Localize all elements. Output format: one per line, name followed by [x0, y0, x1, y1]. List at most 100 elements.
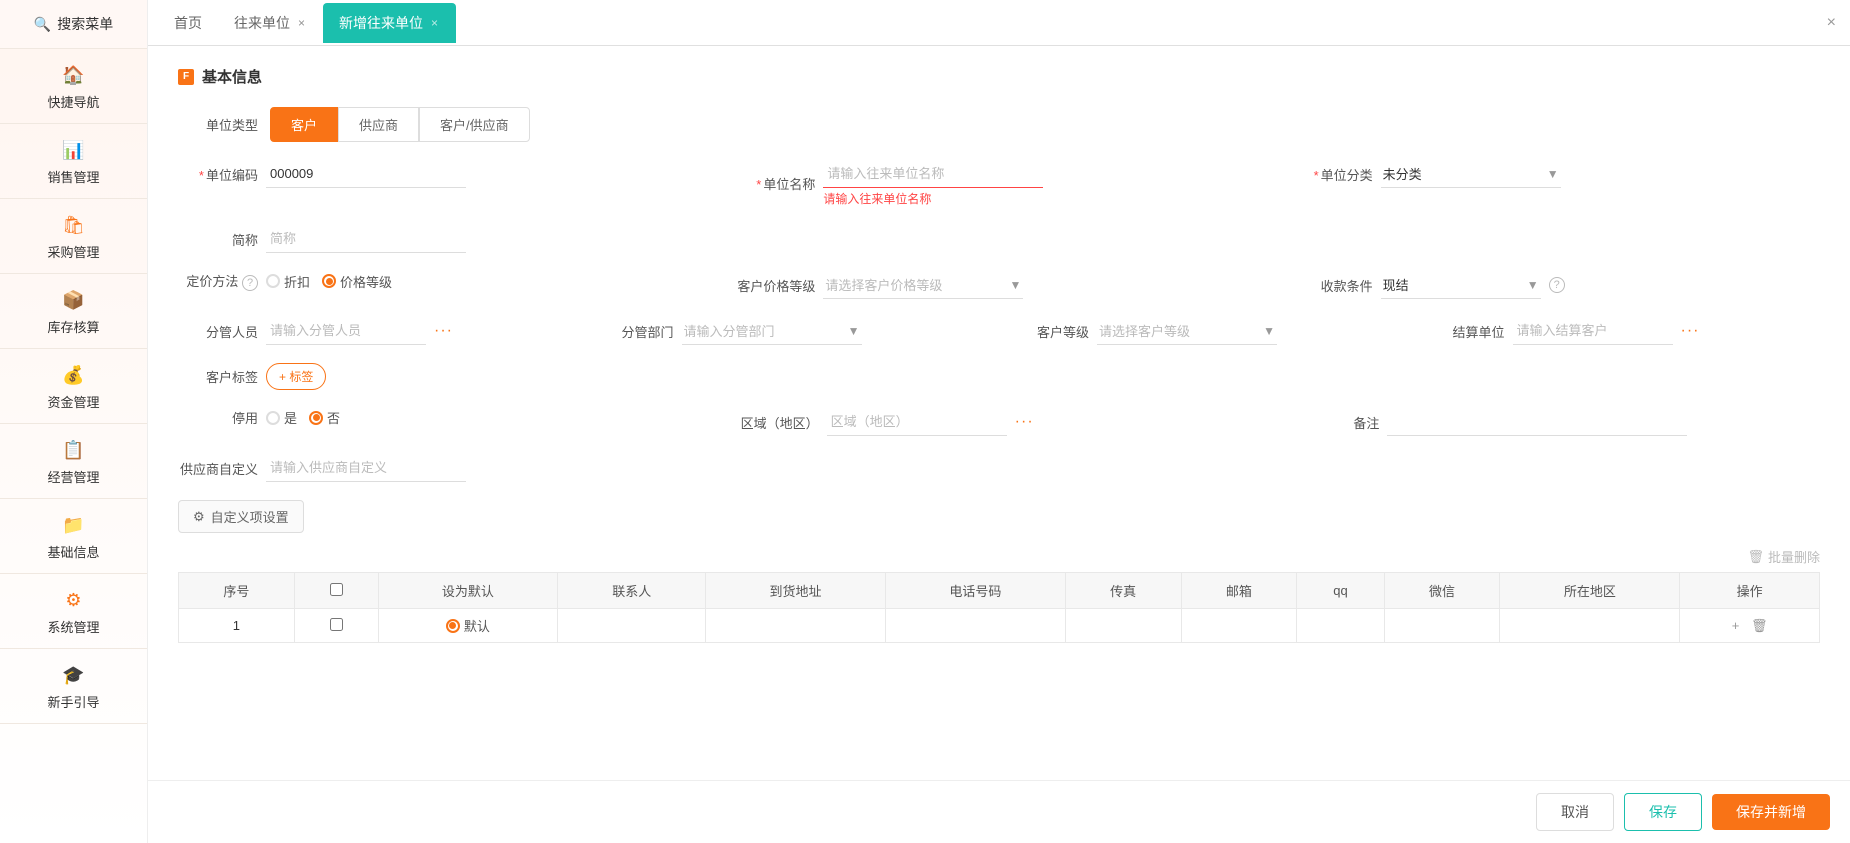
- sidebar-item-base-info[interactable]: 📁 基础信息: [0, 499, 147, 574]
- disable-no-radio[interactable]: 否: [309, 408, 340, 427]
- sidebar-item-label: 快捷导航: [47, 92, 99, 111]
- customer-level-group: 客户等级 请选择客户等级 ▼: [1009, 317, 1405, 345]
- manager-input[interactable]: [266, 317, 426, 345]
- col-phone: 电话号码: [885, 573, 1065, 609]
- search-icon: 🔍: [34, 16, 51, 33]
- sidebar-item-finance[interactable]: 💰 资金管理: [0, 349, 147, 424]
- table-row: 1 默认: [179, 609, 1820, 643]
- unit-type-btn-customer[interactable]: 客户: [270, 107, 338, 142]
- sidebar-item-newbie[interactable]: 🎓 新手引导: [0, 649, 147, 724]
- row-action[interactable]: + 🗑: [1680, 609, 1820, 643]
- settlement-input[interactable]: [1513, 317, 1673, 345]
- remark-group: 备注: [1299, 408, 1820, 436]
- region-label: 区域（地区）: [739, 413, 819, 432]
- sidebar: 🔍 搜索菜单 🏠 快捷导航 📊 销售管理 🛍 采购管理 📦 库存核算 💰 资金管…: [0, 0, 148, 843]
- col-default: 设为默认: [378, 573, 558, 609]
- cancel-button[interactable]: 取消: [1536, 793, 1614, 831]
- custom-settings-button[interactable]: ⚙ 自定义项设置: [178, 500, 304, 533]
- manager-more-btn[interactable]: ···: [434, 322, 453, 340]
- unit-category-value: 未分类: [1383, 164, 1543, 183]
- row-checkbox[interactable]: [294, 609, 378, 643]
- unit-category-select[interactable]: 未分类 ▼: [1381, 160, 1561, 188]
- col-checkbox[interactable]: [294, 573, 378, 609]
- sidebar-item-label: 库存核算: [47, 317, 99, 336]
- form-content: F 基本信息 单位类型 客户 供应商 客户/供应商 *单位编码: [148, 46, 1850, 780]
- region-input[interactable]: [827, 408, 1007, 436]
- tab-partner-close[interactable]: ×: [296, 16, 307, 30]
- tab-new-partner[interactable]: 新增往来单位 ×: [323, 3, 456, 43]
- tab-bar: 首页 往来单位 × 新增往来单位 × ×: [148, 0, 1850, 46]
- sidebar-item-quick-nav[interactable]: 🏠 快捷导航: [0, 49, 147, 124]
- tab-partner-label: 往来单位: [234, 13, 290, 33]
- disable-radio-group: 是 否: [266, 408, 340, 427]
- short-name-group: 简称: [178, 225, 1820, 253]
- close-all-tabs[interactable]: ×: [1823, 10, 1840, 36]
- pricing-radio-level[interactable]: 价格等级: [322, 272, 392, 291]
- unit-type-row: 单位类型 客户 供应商 客户/供应商: [178, 107, 1820, 142]
- customer-price-level-select[interactable]: 请选择客户价格等级 ▼: [823, 271, 1023, 299]
- section-icon: F: [178, 69, 194, 85]
- row-default[interactable]: 默认: [378, 609, 558, 643]
- disable-row: 停用 是 否 区域（地区） ···: [178, 408, 1820, 436]
- customer-level-select[interactable]: 请选择客户等级 ▼: [1097, 317, 1277, 345]
- region-more-btn[interactable]: ···: [1015, 413, 1034, 431]
- sidebar-item-inventory[interactable]: 📦 库存核算: [0, 274, 147, 349]
- unit-type-btn-supplier[interactable]: 供应商: [338, 107, 419, 142]
- disable-no-label: 否: [327, 408, 340, 427]
- radio-level-inner: [326, 278, 333, 285]
- save-button[interactable]: 保存: [1624, 793, 1702, 831]
- unit-category-group: *单位分类 未分类 ▼: [1293, 160, 1820, 188]
- inventory-icon: 📦: [60, 286, 88, 314]
- row-default-radio[interactable]: 默认: [389, 616, 548, 635]
- payment-terms-label: 收款条件: [1293, 276, 1373, 295]
- settlement-more-btn[interactable]: ···: [1681, 322, 1700, 340]
- row-add-btn[interactable]: +: [1732, 618, 1740, 633]
- payment-terms-select[interactable]: 现结 ▼: [1381, 271, 1541, 299]
- sidebar-search[interactable]: 🔍 搜索菜单: [0, 0, 147, 49]
- sidebar-item-label: 基础信息: [47, 542, 99, 561]
- unit-info-row: *单位编码 *单位名称 请输入往来单位名称 *单位分类 未分类: [178, 160, 1820, 207]
- sidebar-item-label: 新手引导: [47, 692, 99, 711]
- tab-home[interactable]: 首页: [158, 3, 218, 43]
- row-default-label: 默认: [464, 616, 490, 635]
- col-region: 所在地区: [1500, 573, 1680, 609]
- sidebar-item-label: 经营管理: [47, 467, 99, 486]
- payment-info-icon[interactable]: ?: [1549, 277, 1565, 293]
- remark-input[interactable]: [1387, 408, 1687, 436]
- sidebar-item-label: 资金管理: [47, 392, 99, 411]
- pricing-radio-discount[interactable]: 折扣: [266, 272, 310, 291]
- unit-code-input[interactable]: [266, 160, 466, 188]
- pricing-level-label: 价格等级: [340, 272, 392, 291]
- add-tag-button[interactable]: + 标签: [266, 363, 326, 390]
- tab-new-partner-close[interactable]: ×: [429, 16, 440, 30]
- pricing-method-label: 定价方法 ?: [178, 271, 258, 291]
- radio-no-circle: [309, 411, 323, 425]
- unit-name-input[interactable]: [823, 160, 1043, 188]
- sidebar-item-system[interactable]: ⚙ 系统管理: [0, 574, 147, 649]
- table-header-row: 序号 设为默认 联系人 到货地址 电话号码 传真 邮箱 qq 微信 所在地区 操…: [179, 573, 1820, 609]
- pricing-info-icon[interactable]: ?: [242, 275, 258, 291]
- sidebar-item-label: 销售管理: [47, 167, 99, 186]
- tag-group: 客户标签 + 标签: [178, 363, 1820, 390]
- unit-type-btn-both[interactable]: 客户/供应商: [419, 107, 530, 142]
- pricing-row: 定价方法 ? 折扣 价格等级 客户价格: [178, 271, 1820, 299]
- save-new-button[interactable]: 保存并新增: [1712, 794, 1830, 830]
- supplier-custom-group: 供应商自定义: [178, 454, 1820, 482]
- disable-yes-radio[interactable]: 是: [266, 408, 297, 427]
- row-checkbox-input[interactable]: [330, 618, 343, 631]
- row-delete-btn[interactable]: 🗑: [1751, 618, 1768, 633]
- sidebar-item-purchase[interactable]: 🛍 采购管理: [0, 199, 147, 274]
- unit-category-label: *单位分类: [1293, 165, 1373, 184]
- gear-icon: ⚙: [193, 509, 205, 525]
- dept-label: 分管部门: [594, 322, 674, 341]
- short-name-input[interactable]: [266, 225, 466, 253]
- sidebar-item-operations[interactable]: 📋 经营管理: [0, 424, 147, 499]
- customer-price-level-label: 客户价格等级: [735, 276, 815, 295]
- sidebar-item-sales[interactable]: 📊 销售管理: [0, 124, 147, 199]
- unit-code-group: *单位编码: [178, 160, 705, 188]
- batch-delete-label[interactable]: 批量删除: [1768, 547, 1820, 566]
- dept-select[interactable]: 请输入分管部门 ▼: [682, 317, 862, 345]
- supplier-custom-input[interactable]: [266, 454, 466, 482]
- tab-partner[interactable]: 往来单位 ×: [218, 3, 323, 43]
- select-all-checkbox[interactable]: [330, 583, 343, 596]
